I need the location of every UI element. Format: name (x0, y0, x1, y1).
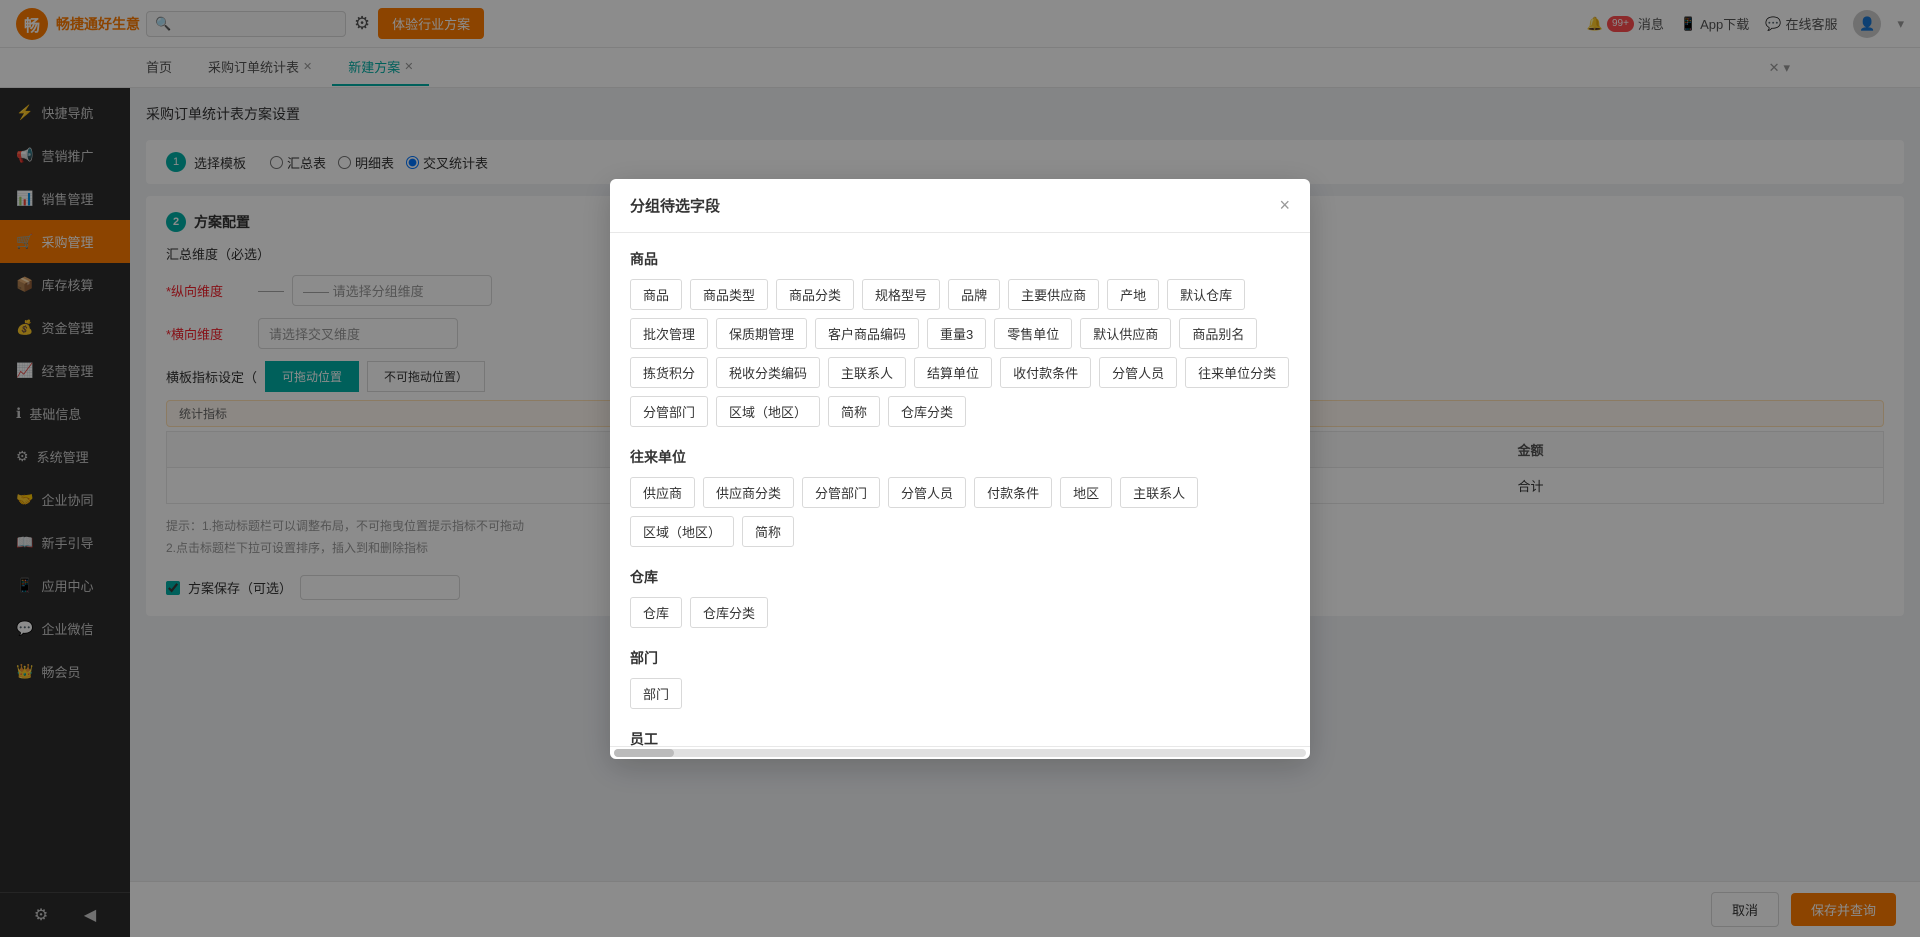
field-tag-0-23[interactable]: 区域（地区） (716, 396, 820, 427)
field-tag-1-5[interactable]: 地区 (1060, 477, 1112, 508)
field-tag-1-8[interactable]: 简称 (742, 516, 794, 547)
field-tag-0-1[interactable]: 商品类型 (690, 279, 768, 310)
hscroll-track (614, 749, 1306, 757)
field-section-0: 商品商品商品类型商品分类规格型号品牌主要供应商产地默认仓库批次管理保质期管理客户… (630, 249, 1290, 427)
field-tag-2-0[interactable]: 仓库 (630, 597, 682, 628)
field-tag-0-24[interactable]: 简称 (828, 396, 880, 427)
field-tag-0-4[interactable]: 品牌 (948, 279, 1000, 310)
field-section-title-0: 商品 (630, 249, 1290, 269)
modal-overlay: 分组待选字段 × 商品商品商品类型商品分类规格型号品牌主要供应商产地默认仓库批次… (0, 0, 1920, 937)
field-tag-1-1[interactable]: 供应商分类 (703, 477, 794, 508)
field-grid-1: 供应商供应商分类分管部门分管人员付款条件地区主联系人区域（地区） 简称 (630, 477, 1290, 547)
field-tag-2-1[interactable]: 仓库分类 (690, 597, 768, 628)
field-tag-0-16[interactable]: 税收分类编码 (716, 357, 820, 388)
field-tag-0-9[interactable]: 保质期管理 (716, 318, 807, 349)
modal-horizontal-scrollbar[interactable] (610, 746, 1310, 758)
field-tag-0-25[interactable]: 仓库分类 (888, 396, 966, 427)
modal-dialog: 分组待选字段 × 商品商品商品类型商品分类规格型号品牌主要供应商产地默认仓库批次… (610, 179, 1310, 759)
field-section-2: 仓库仓库仓库分类 (630, 567, 1290, 628)
field-tag-1-3[interactable]: 分管人员 (888, 477, 966, 508)
modal-header: 分组待选字段 × (610, 179, 1310, 233)
field-tag-0-18[interactable]: 结算单位 (914, 357, 992, 388)
field-section-title-3: 部门 (630, 648, 1290, 668)
field-tag-0-20[interactable]: 分管人员 (1099, 357, 1177, 388)
field-tag-0-2[interactable]: 商品分类 (776, 279, 854, 310)
field-section-title-2: 仓库 (630, 567, 1290, 587)
field-section-title-1: 往来单位 (630, 447, 1290, 467)
field-grid-2: 仓库仓库分类 (630, 597, 1290, 628)
field-tag-0-21[interactable]: 往来单位分类 (1185, 357, 1289, 388)
field-section-4: 员工业务员 (630, 729, 1290, 747)
field-section-title-4: 员工 (630, 729, 1290, 747)
modal-close-button[interactable]: × (1279, 195, 1290, 216)
modal-title: 分组待选字段 (630, 195, 720, 216)
field-tag-1-0[interactable]: 供应商 (630, 477, 695, 508)
field-section-1: 往来单位供应商供应商分类分管部门分管人员付款条件地区主联系人区域（地区） 简称 (630, 447, 1290, 547)
field-tag-0-19[interactable]: 收付款条件 (1000, 357, 1091, 388)
modal-body: 商品商品商品类型商品分类规格型号品牌主要供应商产地默认仓库批次管理保质期管理客户… (610, 233, 1310, 747)
field-tag-0-11[interactable]: 重量3 (927, 318, 986, 349)
field-section-3: 部门部门 (630, 648, 1290, 709)
field-tag-0-8[interactable]: 批次管理 (630, 318, 708, 349)
field-tag-1-6[interactable]: 主联系人 (1120, 477, 1198, 508)
field-tag-0-7[interactable]: 默认仓库 (1167, 279, 1245, 310)
field-tag-0-6[interactable]: 产地 (1107, 279, 1159, 310)
field-tag-1-2[interactable]: 分管部门 (802, 477, 880, 508)
field-tag-0-0[interactable]: 商品 (630, 279, 682, 310)
field-grid-0: 商品商品类型商品分类规格型号品牌主要供应商产地默认仓库批次管理保质期管理客户商品… (630, 279, 1290, 427)
field-grid-3: 部门 (630, 678, 1290, 709)
field-tag-1-7[interactable]: 区域（地区） (630, 516, 734, 547)
field-tag-0-14[interactable]: 商品别名 (1179, 318, 1257, 349)
field-tag-1-4[interactable]: 付款条件 (974, 477, 1052, 508)
hscroll-thumb[interactable] (614, 749, 674, 757)
field-tag-0-10[interactable]: 客户商品编码 (815, 318, 919, 349)
field-tag-3-0[interactable]: 部门 (630, 678, 682, 709)
field-tag-0-3[interactable]: 规格型号 (862, 279, 940, 310)
field-tag-0-12[interactable]: 零售单位 (994, 318, 1072, 349)
field-tag-0-22[interactable]: 分管部门 (630, 396, 708, 427)
field-tag-0-17[interactable]: 主联系人 (828, 357, 906, 388)
field-tag-0-13[interactable]: 默认供应商 (1080, 318, 1171, 349)
field-tag-0-15[interactable]: 拣货积分 (630, 357, 708, 388)
field-tag-0-5[interactable]: 主要供应商 (1008, 279, 1099, 310)
